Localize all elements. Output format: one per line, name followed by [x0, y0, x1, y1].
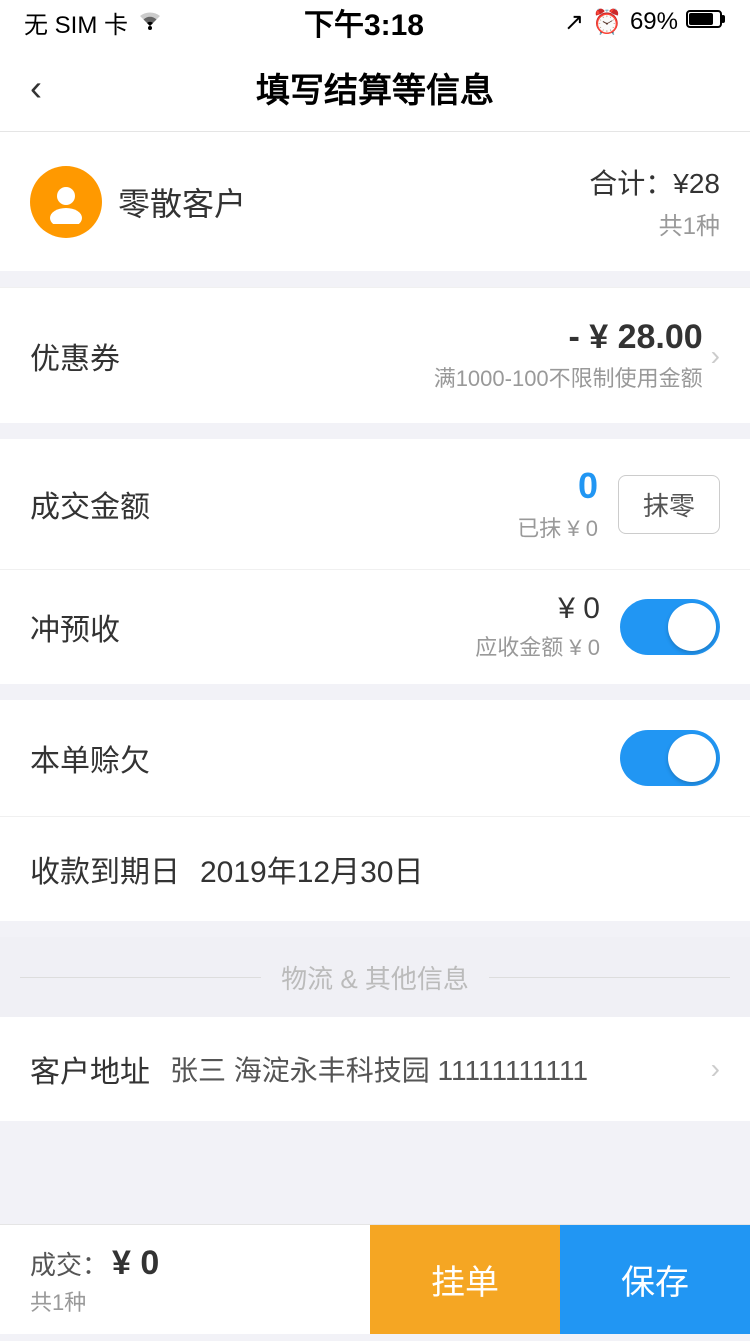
save-button[interactable]: 保存 — [560, 1225, 750, 1334]
transaction-sub: 已抹 ¥ 0 — [517, 511, 598, 543]
prepayment-amounts: ¥ 0 应收金额 ¥ 0 — [475, 592, 600, 662]
logistics-divider: 物流 & 其他信息 — [0, 937, 750, 1017]
divider-line-left — [20, 977, 261, 978]
coupon-label: 优惠券 — [30, 334, 120, 378]
coupon-discount: - ¥ 28.00 — [434, 318, 703, 357]
alarm-icon: ⏰ — [592, 8, 622, 37]
prepayment-toggle[interactable] — [620, 599, 720, 655]
prepayment-sub-amount: 应收金额 ¥ 0 — [475, 630, 600, 662]
prepayment-right: ¥ 0 应收金额 ¥ 0 — [475, 592, 720, 662]
transaction-row: 成交金额 0 已抹 ¥ 0 抹零 — [0, 439, 750, 569]
status-bar-left: 无 SIM 卡 — [24, 5, 164, 40]
duedate-value: 2019年12月30日 — [200, 847, 423, 891]
duedate-label: 收款到期日 — [30, 847, 180, 891]
toggle-knob — [668, 603, 716, 651]
wifi-icon — [136, 8, 164, 37]
debt-row: 本单赊欠 — [0, 700, 750, 816]
logistics-label: 物流 & 其他信息 — [281, 959, 469, 996]
address-value: 张三 海淀永丰科技园 11111111111 — [170, 1049, 711, 1089]
back-button[interactable]: ‹ — [30, 67, 42, 109]
debt-section: 本单赊欠 收款到期日 2019年12月30日 — [0, 700, 750, 921]
customer-info: 零散客户 — [30, 166, 246, 238]
address-label: 客户地址 — [30, 1047, 150, 1091]
sim-status: 无 SIM 卡 — [24, 5, 128, 40]
customer-name: 零散客户 — [118, 179, 246, 225]
divider-line-right — [489, 977, 730, 978]
coupon-right[interactable]: - ¥ 28.00 满1000-100不限制使用金额 › — [434, 318, 720, 393]
transaction-section: 成交金额 0 已抹 ¥ 0 抹零 冲预收 ¥ 0 应收金额 ¥ 0 — [0, 439, 750, 684]
prepayment-row: 冲预收 ¥ 0 应收金额 ¥ 0 — [0, 569, 750, 684]
address-section[interactable]: 客户地址 张三 海淀永丰科技园 11111111111 › — [0, 1017, 750, 1121]
transaction-right: 0 已抹 ¥ 0 抹零 — [517, 465, 720, 543]
debt-toggle-knob — [668, 734, 716, 782]
transaction-amount-wrapper: 0 已抹 ¥ 0 — [517, 465, 598, 543]
bottom-bar: 成交： ¥ 0 共1种 挂单 保存 — [0, 1224, 750, 1334]
debt-label: 本单赊欠 — [30, 736, 150, 780]
duedate-row: 收款到期日 2019年12月30日 — [0, 816, 750, 921]
prepayment-label: 冲预收 — [30, 605, 120, 649]
prepayment-main-amount: ¥ 0 — [475, 592, 600, 626]
round-button[interactable]: 抹零 — [618, 475, 720, 534]
bottom-deal-label: 成交： — [30, 1245, 108, 1282]
page-title: 填写结算等信息 — [256, 63, 494, 112]
pending-button[interactable]: 挂单 — [370, 1225, 560, 1334]
transaction-value[interactable]: 0 — [578, 465, 598, 507]
location-icon: ↗ — [564, 8, 584, 37]
chevron-right-icon: › — [711, 340, 720, 372]
transaction-label: 成交金额 — [30, 482, 150, 526]
status-bar-right: ↗ ⏰ 69% — [564, 8, 726, 37]
battery-level: 69% — [630, 8, 678, 36]
item-count: 共1种 — [589, 206, 720, 241]
total-amount: 合计：¥28 — [589, 162, 720, 202]
customer-total: 合计：¥28 共1种 — [589, 162, 720, 241]
coupon-section[interactable]: 优惠券 - ¥ 28.00 满1000-100不限制使用金额 › — [0, 287, 750, 423]
debt-toggle[interactable] — [620, 730, 720, 786]
coupon-info: - ¥ 28.00 满1000-100不限制使用金额 — [434, 318, 703, 393]
nav-bar: ‹ 填写结算等信息 — [0, 44, 750, 132]
coupon-description: 满1000-100不限制使用金额 — [434, 361, 703, 393]
customer-row: 零散客户 合计：¥28 共1种 — [0, 132, 750, 271]
address-right: › — [711, 1053, 720, 1085]
bottom-info: 成交： ¥ 0 共1种 — [0, 1242, 370, 1317]
battery-icon — [686, 8, 726, 37]
bottom-item-count: 共1种 — [30, 1285, 340, 1317]
address-chevron-icon: › — [711, 1053, 720, 1085]
address-row[interactable]: 客户地址 张三 海淀永丰科技园 11111111111 › — [0, 1017, 750, 1121]
customer-section: 零散客户 合计：¥28 共1种 — [0, 132, 750, 271]
bottom-actions: 挂单 保存 — [370, 1225, 750, 1334]
bottom-deal-amount: ¥ 0 — [112, 1244, 159, 1283]
avatar — [30, 166, 102, 238]
status-bar-time: 下午3:18 — [304, 0, 424, 44]
status-bar: 无 SIM 卡 下午3:18 ↗ ⏰ 69% — [0, 0, 750, 44]
coupon-row[interactable]: 优惠券 - ¥ 28.00 满1000-100不限制使用金额 › — [0, 287, 750, 423]
